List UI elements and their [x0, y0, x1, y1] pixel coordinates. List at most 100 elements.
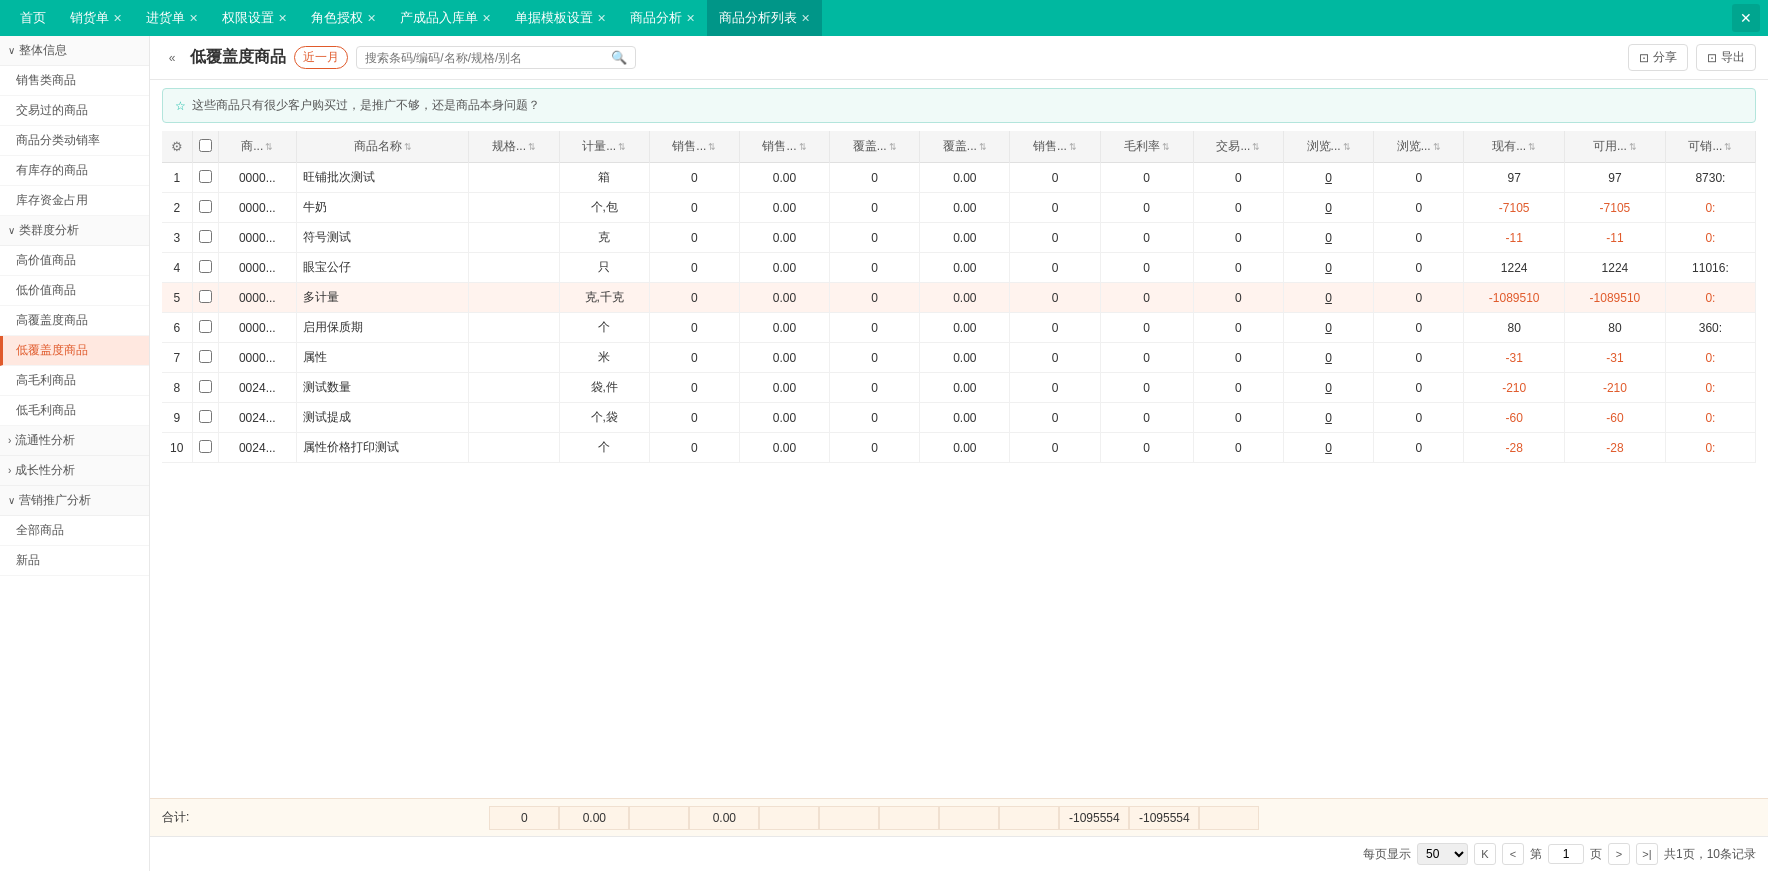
content-area: « 低覆盖度商品 近一月 🔍 ⊡ 分享 ⊡ 导出 ☆ [150, 36, 1768, 871]
per-page-select[interactable]: 50 20 100 200 [1417, 843, 1468, 865]
close-template-icon[interactable]: ✕ [597, 12, 606, 25]
settings-icon[interactable]: ⚙ [171, 139, 183, 154]
cell-cover2: 0.00 [920, 253, 1010, 283]
cell-browse1[interactable]: 0 [1283, 313, 1373, 343]
row-checkbox[interactable] [199, 440, 212, 453]
cell-browse1[interactable]: 0 [1283, 403, 1373, 433]
cell-checkbox [192, 223, 218, 253]
cell-sales-amt: 0.00 [739, 163, 829, 193]
col-cover1: 覆盖...⇅ [830, 131, 920, 163]
cell-browse1[interactable]: 0 [1283, 283, 1373, 313]
cell-browse1[interactable]: 0 [1283, 433, 1373, 463]
sidebar-section-marketing[interactable]: ∨ 营销推广分析 [0, 486, 149, 516]
cell-stock-saleable: 0: [1665, 193, 1755, 223]
cell-cover1: 0 [830, 253, 920, 283]
search-input[interactable] [365, 51, 611, 65]
row-checkbox[interactable] [199, 290, 212, 303]
row-checkbox[interactable] [199, 200, 212, 213]
sidebar-item-low-value[interactable]: 低价值商品 [0, 276, 149, 306]
sidebar-item-stock-goods[interactable]: 有库存的商品 [0, 156, 149, 186]
row-checkbox[interactable] [199, 170, 212, 183]
row-checkbox[interactable] [199, 380, 212, 393]
collapse-button[interactable]: « [162, 48, 182, 68]
close-goods-list-icon[interactable]: ✕ [801, 12, 810, 25]
sidebar-item-high-coverage[interactable]: 高覆盖度商品 [0, 306, 149, 336]
cell-browse1[interactable]: 0 [1283, 193, 1373, 223]
prev-page-button[interactable]: < [1502, 843, 1524, 865]
nav-item-goods-analysis-list[interactable]: 商品分析列表 ✕ [707, 0, 822, 36]
share-button[interactable]: ⊡ 分享 [1628, 44, 1688, 71]
select-all-checkbox[interactable] [199, 139, 212, 152]
cell-browse1[interactable]: 0 [1283, 343, 1373, 373]
sidebar-section-circulation[interactable]: › 流通性分析 [0, 426, 149, 456]
close-sales-icon[interactable]: ✕ [113, 12, 122, 25]
cell-sales3: 0 [1010, 163, 1100, 193]
close-product-entry-icon[interactable]: ✕ [482, 12, 491, 25]
sort-code-icon: ⇅ [265, 142, 273, 152]
close-role-icon[interactable]: ✕ [367, 12, 376, 25]
cell-trade: 0 [1193, 223, 1283, 253]
table-row: 20000...牛奶个,包00.0000.0000000-7105-71050: [162, 193, 1756, 223]
nav-item-goods-analysis[interactable]: 商品分析 ✕ [618, 0, 707, 36]
nav-item-template[interactable]: 单据模板设置 ✕ [503, 0, 618, 36]
window-close-button[interactable]: ✕ [1732, 4, 1760, 32]
nav-item-role[interactable]: 角色授权 ✕ [299, 0, 388, 36]
nav-item-permission[interactable]: 权限设置 ✕ [210, 0, 299, 36]
first-page-button[interactable]: K [1474, 843, 1496, 865]
sidebar-item-category-rate[interactable]: 商品分类动销率 [0, 126, 149, 156]
sidebar-section-cluster[interactable]: ∨ 类群度分析 [0, 216, 149, 246]
cell-browse1[interactable]: 0 [1283, 253, 1373, 283]
nav-item-product-entry[interactable]: 产成品入库单 ✕ [388, 0, 503, 36]
cell-spec [469, 343, 559, 373]
cell-browse1[interactable]: 0 [1283, 163, 1373, 193]
cell-sales-amt: 0.00 [739, 223, 829, 253]
info-icon: ☆ [175, 99, 186, 113]
cell-sales-qty: 0 [649, 373, 739, 403]
sidebar-item-new-goods[interactable]: 新品 [0, 546, 149, 576]
export-button[interactable]: ⊡ 导出 [1696, 44, 1756, 71]
time-filter-button[interactable]: 近一月 [294, 46, 348, 69]
row-checkbox[interactable] [199, 410, 212, 423]
sidebar-item-high-value[interactable]: 高价值商品 [0, 246, 149, 276]
nav-item-home[interactable]: 首页 [8, 0, 58, 36]
sidebar-item-all-goods[interactable]: 全部商品 [0, 516, 149, 546]
summary-sales-amt: 0.00 [559, 806, 629, 830]
cell-trade: 0 [1193, 343, 1283, 373]
cell-sales-amt: 0.00 [739, 433, 829, 463]
close-goods-analysis-icon[interactable]: ✕ [686, 12, 695, 25]
table-row: 60000...启用保质期个00.0000.00000008080360: [162, 313, 1756, 343]
cell-unit: 克 [559, 223, 649, 253]
nav-item-sales[interactable]: 销货单 ✕ [58, 0, 134, 36]
close-purchase-icon[interactable]: ✕ [189, 12, 198, 25]
summary-cover2: 0.00 [689, 806, 759, 830]
row-checkbox[interactable] [199, 230, 212, 243]
sidebar-item-low-coverage[interactable]: 低覆盖度商品 [0, 336, 149, 366]
row-checkbox[interactable] [199, 320, 212, 333]
row-checkbox[interactable] [199, 260, 212, 273]
search-box: 🔍 [356, 46, 636, 69]
cell-stock-usable: -210 [1565, 373, 1666, 403]
sidebar-item-traded-goods[interactable]: 交易过的商品 [0, 96, 149, 126]
cell-checkbox [192, 193, 218, 223]
sidebar-item-low-margin[interactable]: 低毛利商品 [0, 396, 149, 426]
cell-browse1[interactable]: 0 [1283, 223, 1373, 253]
sidebar-item-sales-goods[interactable]: 销售类商品 [0, 66, 149, 96]
search-icon[interactable]: 🔍 [611, 50, 627, 65]
last-page-button[interactable]: >| [1636, 843, 1658, 865]
nav-item-purchase[interactable]: 进货单 ✕ [134, 0, 210, 36]
cell-sales3: 0 [1010, 223, 1100, 253]
next-page-button[interactable]: > [1608, 843, 1630, 865]
table-body: 10000...旺铺批次测试箱00.0000.000000097978730:2… [162, 163, 1756, 463]
sidebar-section-growth[interactable]: › 成长性分析 [0, 456, 149, 486]
cell-stock-saleable: 8730: [1665, 163, 1755, 193]
cell-sales-qty: 0 [649, 403, 739, 433]
sidebar-section-overall[interactable]: ∨ 整体信息 [0, 36, 149, 66]
section-arrow-marketing: ∨ [8, 495, 15, 506]
row-checkbox[interactable] [199, 350, 212, 363]
cell-browse1[interactable]: 0 [1283, 373, 1373, 403]
sidebar-item-stock-funds[interactable]: 库存资金占用 [0, 186, 149, 216]
close-permission-icon[interactable]: ✕ [278, 12, 287, 25]
sidebar-item-high-margin[interactable]: 高毛利商品 [0, 366, 149, 396]
page-number-input[interactable] [1548, 844, 1584, 864]
cell-browse2: 0 [1374, 433, 1464, 463]
